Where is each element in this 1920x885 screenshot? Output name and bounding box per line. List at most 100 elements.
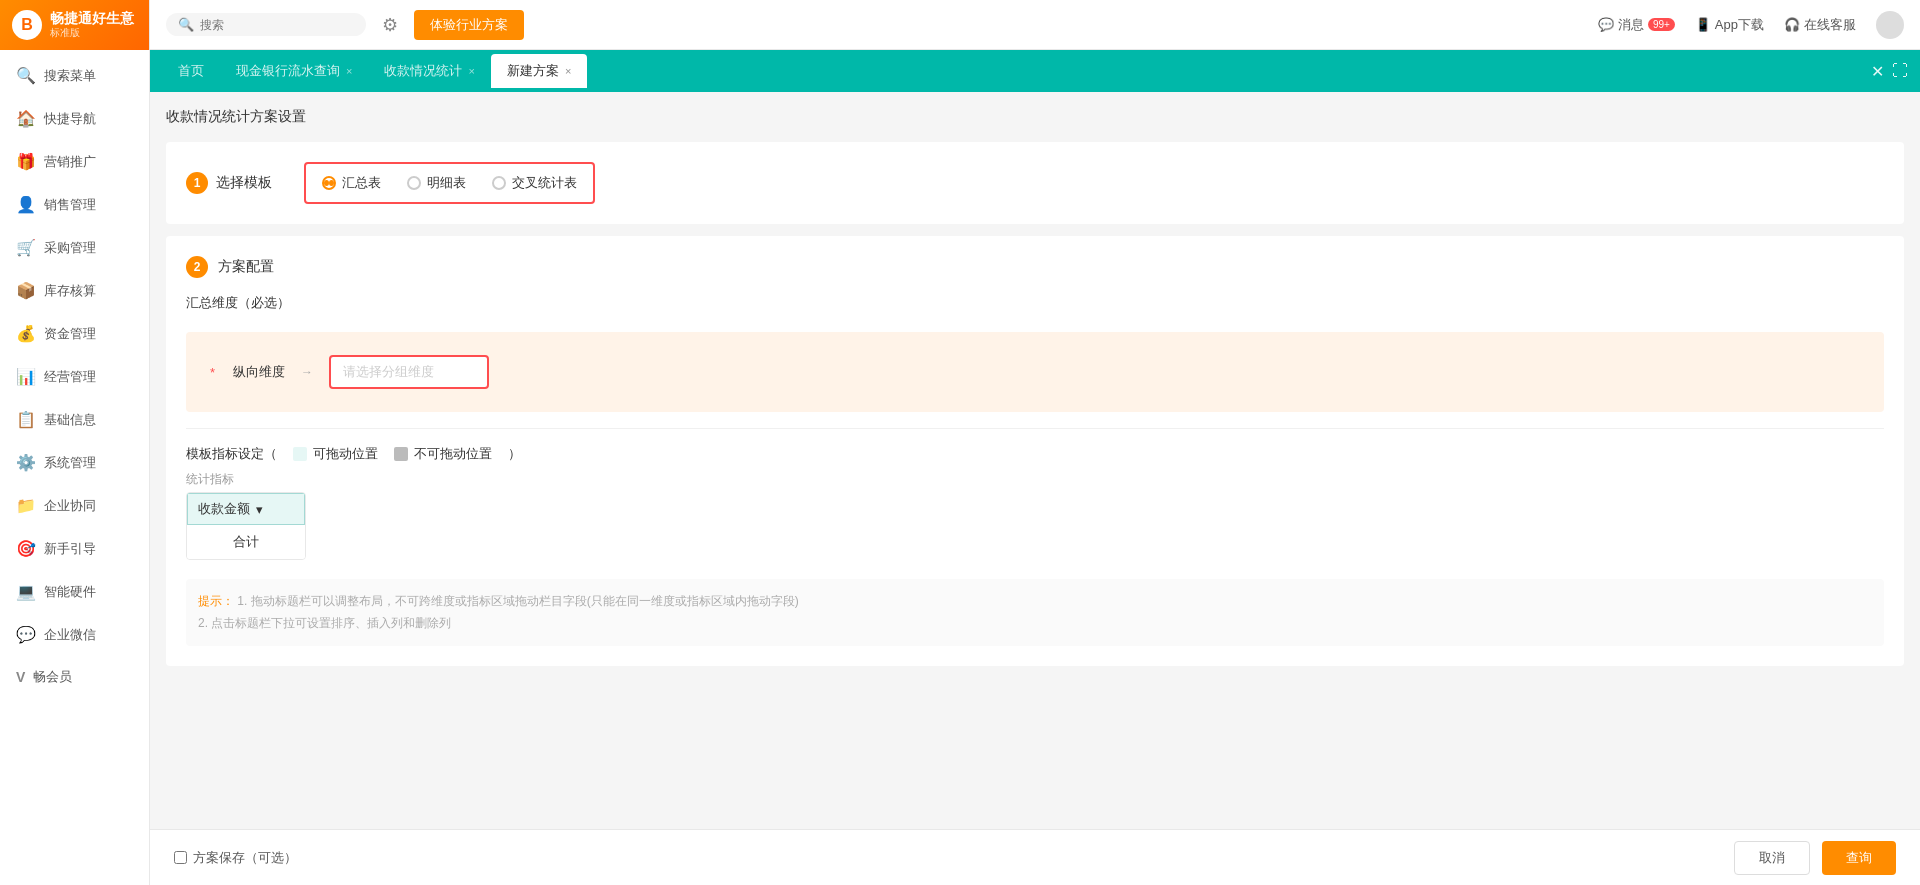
main-area: 🔍 ⚙ 体验行业方案 💬 消息 99+ 📱 App下载 🎧 在线客服 首页 xyxy=(150,0,1920,885)
step2-card: 2 方案配置 汇总维度（必选） * 纵向维度 → 请选择分组维度 xyxy=(166,236,1904,666)
step1-number: 1 xyxy=(186,172,208,194)
radio-summary-circle xyxy=(322,176,336,190)
tabbar: 首页 现金银行流水查询 × 收款情况统计 × 新建方案 × ✕ ⛶ xyxy=(150,50,1920,92)
topbar: 🔍 ⚙ 体验行业方案 💬 消息 99+ 📱 App下载 🎧 在线客服 xyxy=(150,0,1920,50)
divider xyxy=(186,428,1884,429)
required-mark: * xyxy=(210,365,215,380)
sidebar-item-marketing-label: 营销推广 xyxy=(44,153,96,171)
tabbar-actions: ✕ ⛶ xyxy=(1871,62,1908,81)
sidebar-item-newbie[interactable]: 🎯 新手引导 xyxy=(0,527,149,570)
sidebar-item-capital-label: 资金管理 xyxy=(44,325,96,343)
settings-icon[interactable]: ⚙ xyxy=(382,14,398,36)
tab-new-plan-close[interactable]: × xyxy=(565,65,571,77)
metrics-label: 模板指标设定（ xyxy=(186,445,277,463)
sidebar-item-hardware[interactable]: 💻 智能硬件 xyxy=(0,570,149,613)
dimension-area: * 纵向维度 → 请选择分组维度 xyxy=(186,332,1884,412)
save-label: 方案保存（可选） xyxy=(193,849,297,867)
tab-new-plan[interactable]: 新建方案 × xyxy=(491,54,587,88)
radio-summary[interactable]: 汇总表 xyxy=(322,174,381,192)
sidebar-item-member-label: 畅会员 xyxy=(33,668,72,686)
download-icon: 📱 xyxy=(1695,17,1711,32)
step2-label: 方案配置 xyxy=(218,258,274,276)
metric-tag-name: 收款金额 xyxy=(198,500,250,518)
tip-1: 提示： 1. 拖动标题栏可以调整布局，不可跨维度或指标区域拖动栏目字段(只能在同… xyxy=(198,591,1872,613)
radio-cross[interactable]: 交叉统计表 xyxy=(492,174,577,192)
sidebar-item-wechat-label: 企业微信 xyxy=(44,626,96,644)
tab-home[interactable]: 首页 xyxy=(162,54,220,88)
footer: 方案保存（可选） 取消 查询 xyxy=(150,829,1920,885)
query-button[interactable]: 查询 xyxy=(1822,841,1896,875)
drag-label: 可拖动位置 xyxy=(313,445,378,463)
chart-icon: 📊 xyxy=(16,367,36,386)
dimension-select[interactable]: 请选择分组维度 xyxy=(329,355,489,389)
tip-2: 2. 点击标题栏下拉可设置排序、插入列和删除列 xyxy=(198,613,1872,635)
vip-icon: V xyxy=(16,669,25,685)
sidebar-item-inventory[interactable]: 📦 库存核算 xyxy=(0,269,149,312)
sidebar-item-purchase[interactable]: 🛒 采购管理 xyxy=(0,226,149,269)
metric-tag-header[interactable]: 收款金额 ▾ xyxy=(187,493,305,525)
headset-icon: 🎧 xyxy=(1784,17,1800,32)
tab-collection-label: 收款情况统计 xyxy=(384,62,462,80)
sidebar-item-sales[interactable]: 👤 销售管理 xyxy=(0,183,149,226)
logo-text-group: 畅捷通好生意 标准版 xyxy=(50,10,134,41)
tab-collection[interactable]: 收款情况统计 × xyxy=(368,54,490,88)
search-box: 🔍 xyxy=(166,13,366,36)
sidebar-item-search[interactable]: 🔍 搜索菜单 xyxy=(0,54,149,97)
step1-card: 1 选择模板 汇总表 明细表 交叉统计表 xyxy=(166,142,1904,224)
sidebar-item-enterprise-label: 企业协同 xyxy=(44,497,96,515)
radio-detail[interactable]: 明细表 xyxy=(407,174,466,192)
industry-btn[interactable]: 体验行业方案 xyxy=(414,10,524,40)
sidebar-item-quick-nav[interactable]: 🏠 快捷导航 xyxy=(0,97,149,140)
sidebar-item-marketing[interactable]: 🎁 营销推广 xyxy=(0,140,149,183)
sidebar-item-wechat[interactable]: 💬 企业微信 xyxy=(0,613,149,656)
message-badge: 99+ xyxy=(1648,18,1675,31)
search-input[interactable] xyxy=(200,18,340,32)
footer-actions: 取消 查询 xyxy=(1734,841,1896,875)
metric-dropdown-icon: ▾ xyxy=(256,502,263,517)
tab-cash-flow[interactable]: 现金银行流水查询 × xyxy=(220,54,368,88)
sidebar-item-hardware-label: 智能硬件 xyxy=(44,583,96,601)
sidebar-item-enterprise[interactable]: 📁 企业协同 xyxy=(0,484,149,527)
service-btn[interactable]: 🎧 在线客服 xyxy=(1784,16,1856,34)
metrics-title-row: 模板指标设定（ 可拖动位置 不可拖动位置 ） xyxy=(186,445,1884,463)
step2-header: 2 方案配置 xyxy=(186,256,1884,278)
download-btn[interactable]: 📱 App下载 xyxy=(1695,16,1764,34)
radio-detail-label: 明细表 xyxy=(427,174,466,192)
logo-icon: B xyxy=(12,10,42,40)
sidebar-nav: 🔍 搜索菜单 🏠 快捷导航 🎁 营销推广 👤 销售管理 🛒 采购管理 📦 库存核… xyxy=(0,50,149,885)
vertical-dim-label: 纵向维度 xyxy=(233,363,285,381)
metric-table: 统计指标 收款金额 ▾ 合计 xyxy=(186,471,1884,563)
window-expand-icon[interactable]: ⛶ xyxy=(1892,62,1908,81)
logo-area: B 畅捷通好生意 标准版 xyxy=(0,0,149,50)
radio-summary-label: 汇总表 xyxy=(342,174,381,192)
tab-new-plan-label: 新建方案 xyxy=(507,62,559,80)
metric-total: 合计 xyxy=(187,525,305,559)
tab-cash-flow-label: 现金银行流水查询 xyxy=(236,62,340,80)
target-icon: 🎯 xyxy=(16,539,36,558)
tab-home-label: 首页 xyxy=(178,62,204,80)
sidebar-item-inventory-label: 库存核算 xyxy=(44,282,96,300)
tab-cash-flow-close[interactable]: × xyxy=(346,65,352,77)
sidebar-item-system[interactable]: ⚙️ 系统管理 xyxy=(0,441,149,484)
cancel-button[interactable]: 取消 xyxy=(1734,841,1810,875)
window-close-icon[interactable]: ✕ xyxy=(1871,62,1884,81)
metrics-end: ） xyxy=(508,445,521,463)
footer-save-option: 方案保存（可选） xyxy=(174,849,297,867)
tab-collection-close[interactable]: × xyxy=(468,65,474,77)
no-drag-label: 不可拖动位置 xyxy=(414,445,492,463)
sidebar-item-system-label: 系统管理 xyxy=(44,454,96,472)
sidebar-item-capital[interactable]: 💰 资金管理 xyxy=(0,312,149,355)
sidebar-item-operation-label: 经营管理 xyxy=(44,368,96,386)
radio-cross-label: 交叉统计表 xyxy=(512,174,577,192)
content-area: 收款情况统计方案设置 1 选择模板 汇总表 明细表 xyxy=(150,92,1920,885)
message-btn[interactable]: 💬 消息 99+ xyxy=(1598,16,1675,34)
sidebar-item-operation[interactable]: 📊 经营管理 xyxy=(0,355,149,398)
no-drag-hint: 不可拖动位置 xyxy=(394,445,492,463)
sidebar-item-basic[interactable]: 📋 基础信息 xyxy=(0,398,149,441)
save-checkbox[interactable] xyxy=(174,851,187,864)
folder-icon: 📁 xyxy=(16,496,36,515)
sidebar-item-purchase-label: 采购管理 xyxy=(44,239,96,257)
sidebar-item-member[interactable]: V 畅会员 xyxy=(0,656,149,698)
user-avatar[interactable] xyxy=(1876,11,1904,39)
sidebar-item-basic-label: 基础信息 xyxy=(44,411,96,429)
